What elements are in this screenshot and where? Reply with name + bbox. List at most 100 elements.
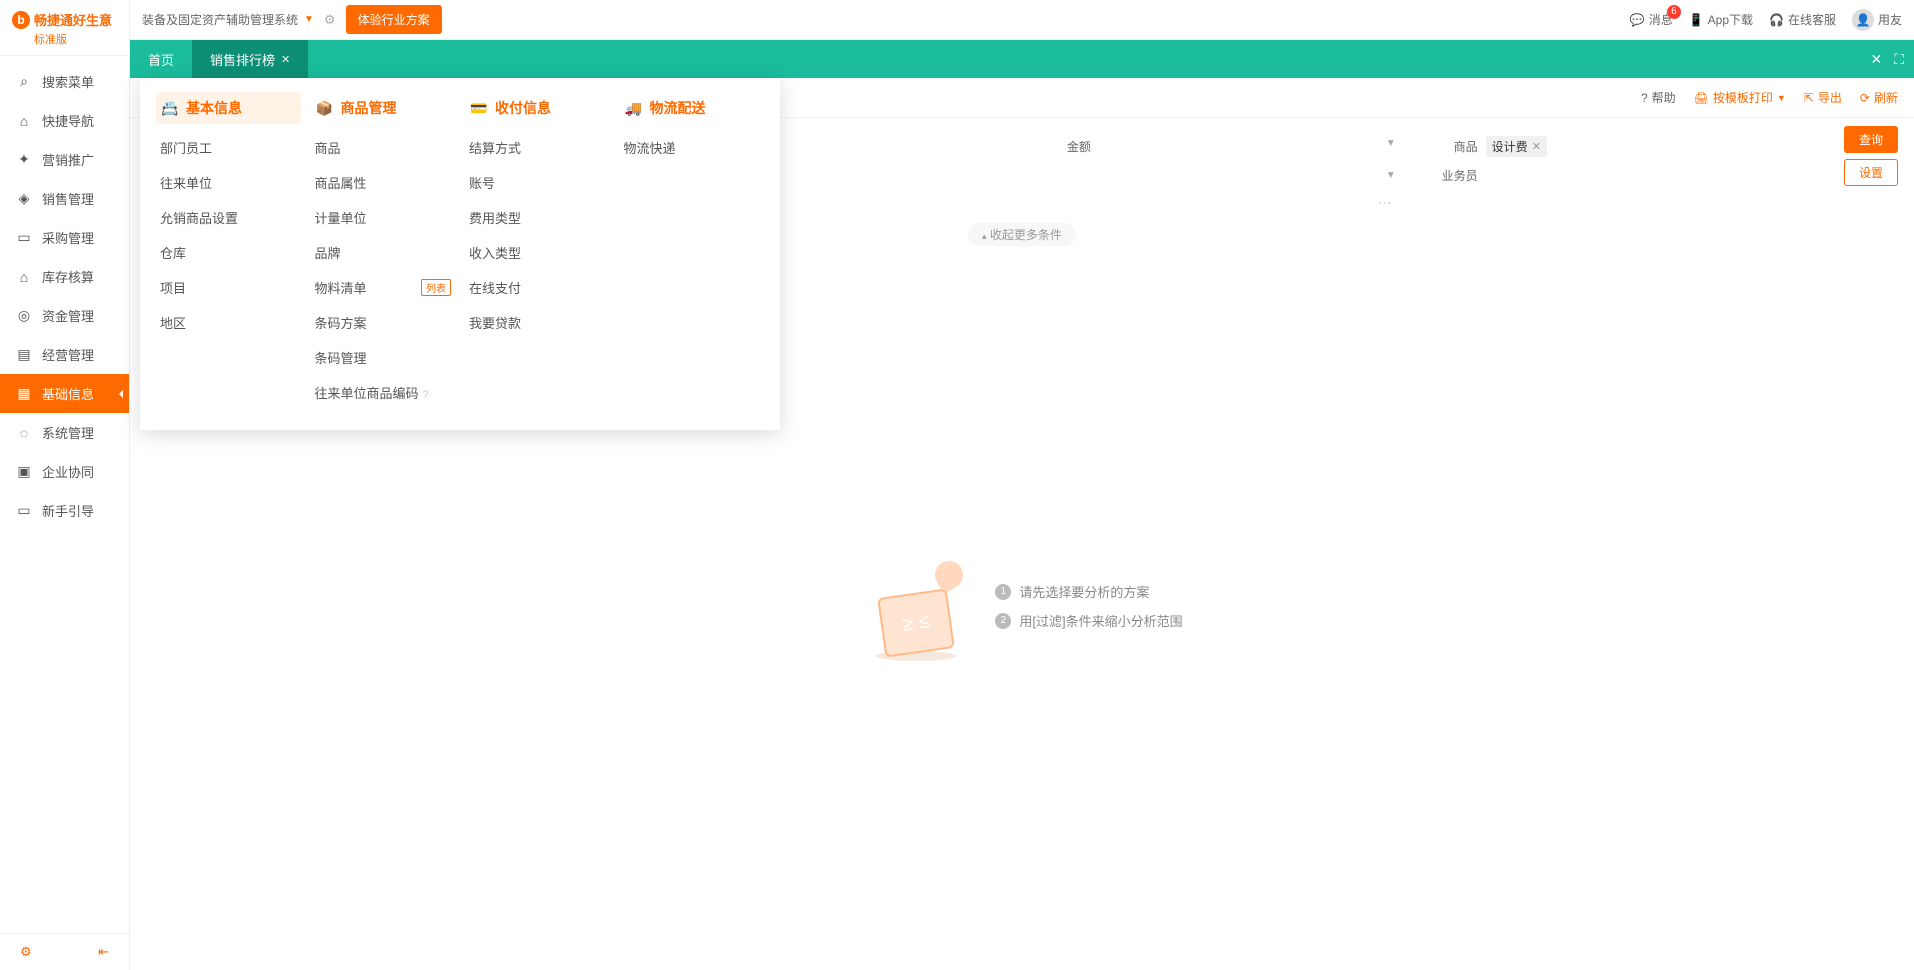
step-1-badge: 1 (995, 584, 1011, 600)
online-service-link[interactable]: 🎧 在线客服 (1769, 11, 1836, 28)
tab-home[interactable]: 首页 (130, 40, 192, 78)
mega-menu-item[interactable]: 我要贷款 (465, 305, 610, 340)
mega-menu-item[interactable]: 收入类型 (465, 235, 610, 270)
nav-label: 经营管理 (42, 345, 94, 364)
message-badge: 6 (1667, 5, 1681, 19)
nav-label: 基础信息 (42, 384, 94, 403)
nav-icon: ⌂ (16, 269, 32, 285)
nav-icon: ▣ (16, 464, 32, 480)
product-label: 商品 (1418, 138, 1478, 155)
mega-menu-item[interactable]: 条码管理 (311, 340, 456, 375)
mega-menu-item[interactable]: 物料清单列表 (311, 270, 456, 305)
mega-menu-item[interactable]: 计量单位 (311, 200, 456, 235)
sidebar-nav: ⌕搜索菜单⌂快捷导航✦营销推广◈销售管理▭采购管理⌂库存核算◎资金管理▤经营管理… (0, 56, 129, 933)
headset-icon: 🎧 (1769, 13, 1784, 27)
sidebar-item-2[interactable]: ✦ 营销推广 (0, 140, 129, 179)
template-print-button[interactable]: 🖨 按模板打印 ▼ (1694, 89, 1786, 106)
help-icon: ? (1641, 91, 1648, 105)
sidebar-item-8[interactable]: ▦ 基础信息 (0, 374, 129, 413)
sidebar-item-9[interactable]: ◌ 系统管理 (0, 413, 129, 452)
mega-header: 📇基本信息 (156, 92, 301, 124)
sidebar-item-5[interactable]: ⌂库存核算 (0, 257, 129, 296)
export-icon: ⇱ (1804, 91, 1814, 105)
mega-column-0: 📇基本信息部门员工往来单位允销商品设置仓库项目地区 (156, 92, 301, 410)
salesperson-label: 业务员 (1418, 167, 1478, 184)
nav-label: 资金管理 (42, 306, 94, 325)
mega-menu-item[interactable]: 允销商品设置 (156, 200, 301, 235)
sidebar-item-3[interactable]: ◈销售管理 (0, 179, 129, 218)
sidebar-item-10[interactable]: ▣ 企业协同 (0, 452, 129, 491)
nav-label: 快捷导航 (42, 111, 94, 130)
system-settings-icon[interactable]: ⚙ (324, 12, 336, 28)
sidebar-item-6[interactable]: ◎ 资金管理 (0, 296, 129, 335)
mega-menu-item[interactable]: 部门员工 (156, 130, 301, 165)
mega-column-3: 🚚物流配送物流快递 (620, 92, 765, 410)
fullscreen-icon[interactable]: ⛶ (1894, 51, 1904, 68)
mega-menu-item[interactable]: 品牌 (311, 235, 456, 270)
brand-name: 畅捷通好生意 (34, 10, 112, 29)
nav-icon: ◌ (16, 425, 32, 441)
chevron-down-icon: ▼ (1777, 93, 1786, 103)
messages-link[interactable]: 💬 消息 6 (1630, 11, 1673, 28)
category-icon: 📇 (160, 98, 180, 118)
tab-sales-ranking[interactable]: 销售排行榜 ✕ (192, 40, 308, 78)
user-menu[interactable]: 👤 用友 (1852, 9, 1902, 31)
mega-menu-item[interactable]: 费用类型 (465, 200, 610, 235)
remove-chip-icon[interactable]: ✕ (1532, 140, 1541, 153)
sidebar-item-0[interactable]: ⌕搜索菜单 (0, 62, 129, 101)
sidebar-item-1[interactable]: ⌂快捷导航 (0, 101, 129, 140)
mega-menu-item[interactable]: 物流快递 (620, 130, 765, 165)
mega-menu-item[interactable]: 商品属性 (311, 165, 456, 200)
close-all-tabs-icon[interactable]: ✕ (1870, 51, 1882, 68)
collapse-sidebar-icon[interactable]: ⇤ (98, 944, 109, 960)
mega-menu-item[interactable]: 条码方案 (311, 305, 456, 340)
mega-column-1: 📦商品管理商品商品属性计量单位品牌物料清单列表条码方案条码管理往来单位商品编码? (311, 92, 456, 410)
system-selector[interactable]: 装备及固定资产辅助管理系统 ▼ (142, 11, 314, 28)
sidebar-item-7[interactable]: ▤经营管理 (0, 335, 129, 374)
mega-menu-item[interactable]: 商品 (311, 130, 456, 165)
tab-bar: 首页 销售排行榜 ✕ ✕ ⛶ (130, 40, 1914, 78)
mega-menu-item[interactable]: 往来单位 (156, 165, 301, 200)
category-icon: 📦 (315, 98, 335, 118)
nav-label: 营销推广 (42, 150, 94, 169)
refresh-button[interactable]: ⟳ 刷新 (1860, 89, 1898, 106)
experience-plan-button[interactable]: 体验行业方案 (346, 5, 442, 34)
filter-settings-button[interactable]: 设置 (1844, 159, 1898, 186)
more-filter-icon[interactable]: ⋯ (1374, 194, 1396, 211)
mega-menu-item[interactable]: 账号 (465, 165, 610, 200)
chevron-down-icon: ▼ (304, 14, 314, 25)
nav-icon: ◎ (16, 308, 32, 324)
sidebar: b 畅捷通好生意 标准版 ⌕搜索菜单⌂快捷导航✦营销推广◈销售管理▭采购管理⌂库… (0, 0, 130, 970)
avatar-icon: 👤 (1852, 9, 1874, 31)
basic-info-mega-menu: 📇基本信息部门员工往来单位允销商品设置仓库项目地区📦商品管理商品商品属性计量单位… (140, 78, 780, 430)
empty-illustration: ≥ ≤ (861, 561, 971, 661)
mega-menu-item[interactable]: 项目 (156, 270, 301, 305)
topbar: 装备及固定资产辅助管理系统 ▼ ⚙ 体验行业方案 💬 消息 6 📱 App下载 … (130, 0, 1914, 40)
amount-label-partial: 金额 (1067, 140, 1091, 154)
help-link[interactable]: ? 帮助 (1641, 89, 1676, 106)
chevron-down-icon[interactable]: ▼ (1386, 170, 1396, 181)
query-button[interactable]: 查询 (1844, 126, 1898, 153)
mega-menu-item[interactable]: 仓库 (156, 235, 301, 270)
nav-icon: ✦ (16, 152, 32, 168)
brand-logo-icon: b (12, 11, 30, 29)
nav-label: 企业协同 (42, 462, 94, 481)
mega-menu-item[interactable]: 结算方式 (465, 130, 610, 165)
close-tab-icon[interactable]: ✕ (281, 53, 290, 66)
chevron-down-icon[interactable]: ▼ (1386, 138, 1396, 149)
mega-menu-item[interactable]: 地区 (156, 305, 301, 340)
mega-header: 📦商品管理 (311, 92, 456, 124)
sidebar-item-4[interactable]: ▭采购管理 (0, 218, 129, 257)
brand-edition: 标准版 (34, 31, 117, 47)
app-download-link[interactable]: 📱 App下载 (1689, 11, 1753, 28)
nav-label: 系统管理 (42, 423, 94, 442)
chevron-up-icon: ▴ (982, 231, 987, 241)
settings-gear-icon[interactable]: ⚙ (20, 944, 32, 960)
logo-area: b 畅捷通好生意 标准版 (0, 0, 129, 56)
empty-step-1-text: 请先选择要分析的方案 (1019, 582, 1149, 601)
nav-icon: ▦ (16, 386, 32, 402)
export-button[interactable]: ⇱ 导出 (1804, 89, 1842, 106)
mega-menu-item[interactable]: 往来单位商品编码? (311, 375, 456, 410)
mega-menu-item[interactable]: 在线支付 (465, 270, 610, 305)
sidebar-item-11[interactable]: ▭新手引导 (0, 491, 129, 530)
